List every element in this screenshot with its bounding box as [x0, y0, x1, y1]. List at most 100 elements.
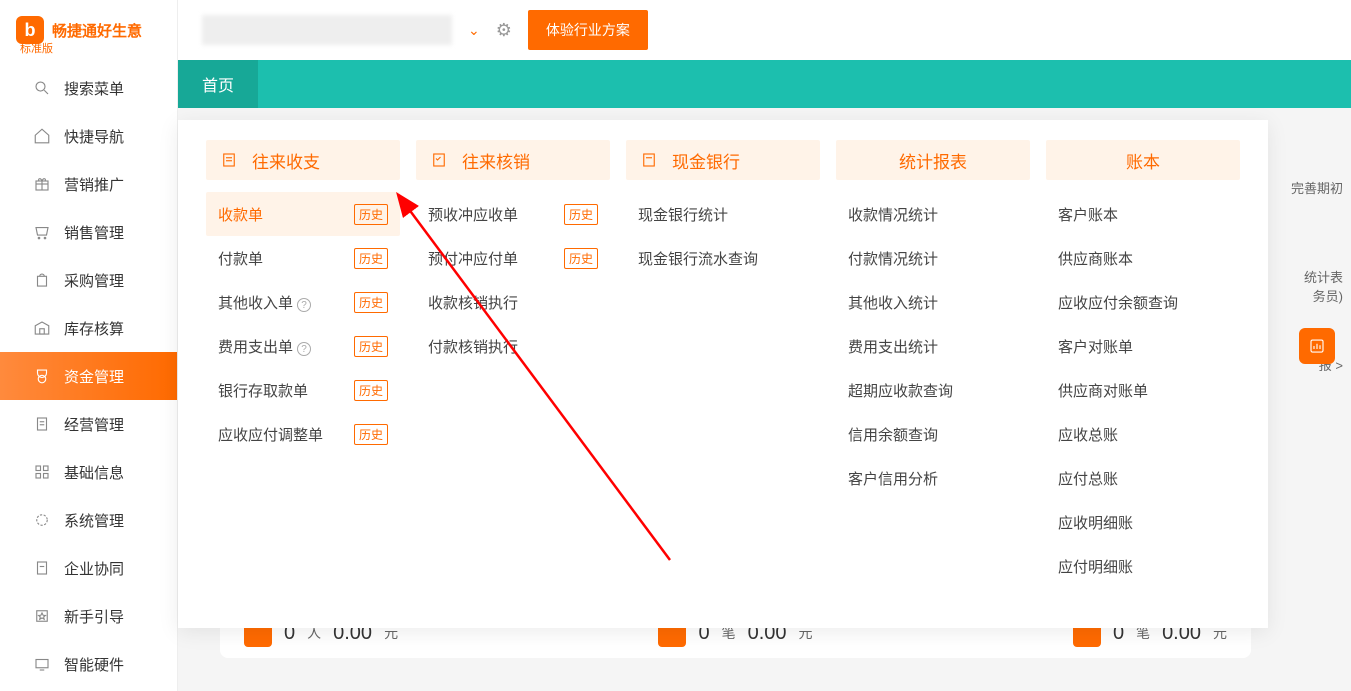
grid-icon: [32, 463, 52, 481]
history-tag[interactable]: 历史: [354, 336, 388, 357]
menu-item-label: 应收应付余额查询: [1058, 292, 1178, 313]
menu-item-payment[interactable]: 付款单历史: [206, 236, 400, 280]
nav-label: 经营管理: [64, 414, 124, 435]
nav-label: 搜索菜单: [64, 78, 124, 99]
menu-item-label: 预收冲应收单: [428, 204, 518, 225]
nav-basic-info[interactable]: 基础信息: [0, 448, 177, 496]
stats-badge-icon[interactable]: [1299, 328, 1335, 364]
nav-inventory[interactable]: 库存核算: [0, 304, 177, 352]
nav-system[interactable]: 系统管理: [0, 496, 177, 544]
menu-item-supplier-ledger[interactable]: 供应商账本: [1046, 236, 1240, 280]
nav-hardware[interactable]: 智能硬件: [0, 640, 177, 688]
help-icon[interactable]: ?: [297, 298, 311, 312]
nav-collab[interactable]: 企业协同: [0, 544, 177, 592]
nav-label: 库存核算: [64, 318, 124, 339]
history-tag[interactable]: 历史: [354, 424, 388, 445]
menu-item-label: 应收总账: [1058, 424, 1118, 445]
menu-item-label: 付款情况统计: [848, 248, 938, 269]
menu-item-pay-detail[interactable]: 应付明细账: [1046, 544, 1240, 588]
menu-item-label: 应付总账: [1058, 468, 1118, 489]
menu-item-supplier-statement[interactable]: 供应商对账单: [1046, 368, 1240, 412]
menu-item-balance-query[interactable]: 应收应付余额查询: [1046, 280, 1240, 324]
gear-icon: [32, 511, 52, 529]
logo[interactable]: b 畅捷通好生意 标准版: [0, 0, 177, 60]
nav-label: 快捷导航: [64, 126, 124, 147]
tab-home[interactable]: 首页: [178, 60, 258, 108]
col-header: 现金银行: [626, 140, 820, 180]
nav-sales[interactable]: 销售管理: [0, 208, 177, 256]
history-tag[interactable]: 历史: [354, 292, 388, 313]
search-icon: [32, 79, 52, 97]
nav-quick[interactable]: 快捷导航: [0, 112, 177, 160]
right-link-2b[interactable]: 务员): [1281, 286, 1343, 305]
menu-item-credit-balance[interactable]: 信用余额查询: [836, 412, 1030, 456]
history-tag[interactable]: 历史: [564, 248, 598, 269]
menu-item-recv-detail[interactable]: 应收明细账: [1046, 500, 1240, 544]
warehouse-icon: [32, 319, 52, 337]
col-header-text: 往来收支: [252, 148, 320, 173]
nav-marketing[interactable]: 营销推广: [0, 160, 177, 208]
right-side-panel: 完善期初 统计表 务员) 报 >: [1281, 108, 1351, 374]
sidebar: b 畅捷通好生意 标准版 搜索菜单 快捷导航 营销推广 销售管理 采购管理 库存…: [0, 0, 178, 691]
menu-item-label: 超期应收款查询: [848, 380, 953, 401]
menu-item-label: 应收应付调整单: [218, 424, 323, 445]
checklist-icon: [430, 151, 452, 169]
home-icon: [32, 127, 52, 145]
menu-item-bank-transfer[interactable]: 银行存取款单 历史: [206, 368, 400, 412]
menu-item-label: 现金银行统计: [638, 204, 728, 225]
cta-button[interactable]: 体验行业方案: [528, 10, 648, 50]
nav-funds[interactable]: 资金管理: [0, 352, 177, 400]
col-header-text: 账本: [1126, 148, 1160, 173]
menu-item-expense[interactable]: 费用支出单?历史: [206, 324, 400, 368]
nav-label: 企业协同: [64, 558, 124, 579]
menu-item-label: 客户对账单: [1058, 336, 1133, 357]
nav-purchase[interactable]: 采购管理: [0, 256, 177, 304]
nav-search-menu[interactable]: 搜索菜单: [0, 64, 177, 112]
menu-item-expense-stats[interactable]: 费用支出统计: [836, 324, 1030, 368]
history-tag[interactable]: 历史: [564, 204, 598, 225]
menu-item-recv-stats[interactable]: 收款情况统计: [836, 192, 1030, 236]
nav-onboarding[interactable]: 新手引导: [0, 592, 177, 640]
history-tag[interactable]: 历史: [354, 204, 388, 225]
settings-icon[interactable]: ⚙: [496, 20, 512, 41]
menu-item-other-income-stats[interactable]: 其他收入统计: [836, 280, 1030, 324]
history-tag[interactable]: 历史: [354, 248, 388, 269]
menu-item-other-income[interactable]: 其他收入单?历史: [206, 280, 400, 324]
menu-item-pay-gl[interactable]: 应付总账: [1046, 456, 1240, 500]
chevron-down-icon[interactable]: ⌄: [468, 22, 480, 39]
menu-item-label: 银行存取款单: [218, 380, 308, 401]
logo-text: 畅捷通好生意: [52, 20, 142, 41]
menu-col-cashbank: 现金银行 现金银行统计 现金银行流水查询: [626, 140, 820, 588]
bag-icon: [32, 271, 52, 289]
menu-item-prerecv-offset[interactable]: 预收冲应收单 历史: [416, 192, 610, 236]
menu-item-label: 应收明细账: [1058, 512, 1133, 533]
menu-item-recv-gl[interactable]: 应收总账: [1046, 412, 1240, 456]
menu-item-prepay-offset[interactable]: 预付冲应付单历史: [416, 236, 610, 280]
right-link-1[interactable]: 完善期初: [1281, 178, 1343, 197]
menu-item-adjust[interactable]: 应收应付调整单 历史: [206, 412, 400, 456]
menu-item-pay-writeoff[interactable]: 付款核销执行: [416, 324, 610, 368]
col-header-text: 现金银行: [672, 148, 740, 173]
menu-item-label: 客户账本: [1058, 204, 1118, 225]
right-link-2a[interactable]: 统计表: [1281, 267, 1343, 286]
company-selector[interactable]: [202, 15, 452, 45]
menu-item-overdue-recv[interactable]: 超期应收款查询: [836, 368, 1030, 412]
menu-col-transactions: 往来收支 收款单历史 付款单历史 其他收入单?历史 费用支出单?历史 银行存取款…: [206, 140, 400, 588]
menu-item-cashbank-flow[interactable]: 现金银行流水查询: [626, 236, 820, 280]
menu-item-cust-statement[interactable]: 客户对账单: [1046, 324, 1240, 368]
nav-operations[interactable]: 经营管理: [0, 400, 177, 448]
menu-item-recv-writeoff[interactable]: 收款核销执行: [416, 280, 610, 324]
col-header: 统计报表: [836, 140, 1030, 180]
col-header: 往来收支: [206, 140, 400, 180]
menu-item-pay-stats[interactable]: 付款情况统计: [836, 236, 1030, 280]
menu-item-cashbank-stats[interactable]: 现金银行统计: [626, 192, 820, 236]
nav-label: 智能硬件: [64, 654, 124, 675]
menu-item-receipt[interactable]: 收款单历史: [206, 192, 400, 236]
menu-item-label: 客户信用分析: [848, 468, 938, 489]
help-icon[interactable]: ?: [297, 342, 311, 356]
menu-item-cust-ledger[interactable]: 客户账本: [1046, 192, 1240, 236]
menu-item-credit-analysis[interactable]: 客户信用分析: [836, 456, 1030, 500]
history-tag[interactable]: 历史: [354, 380, 388, 401]
nav-label: 资金管理: [64, 366, 124, 387]
topbar: ⌄ ⚙ 体验行业方案: [178, 0, 1351, 60]
